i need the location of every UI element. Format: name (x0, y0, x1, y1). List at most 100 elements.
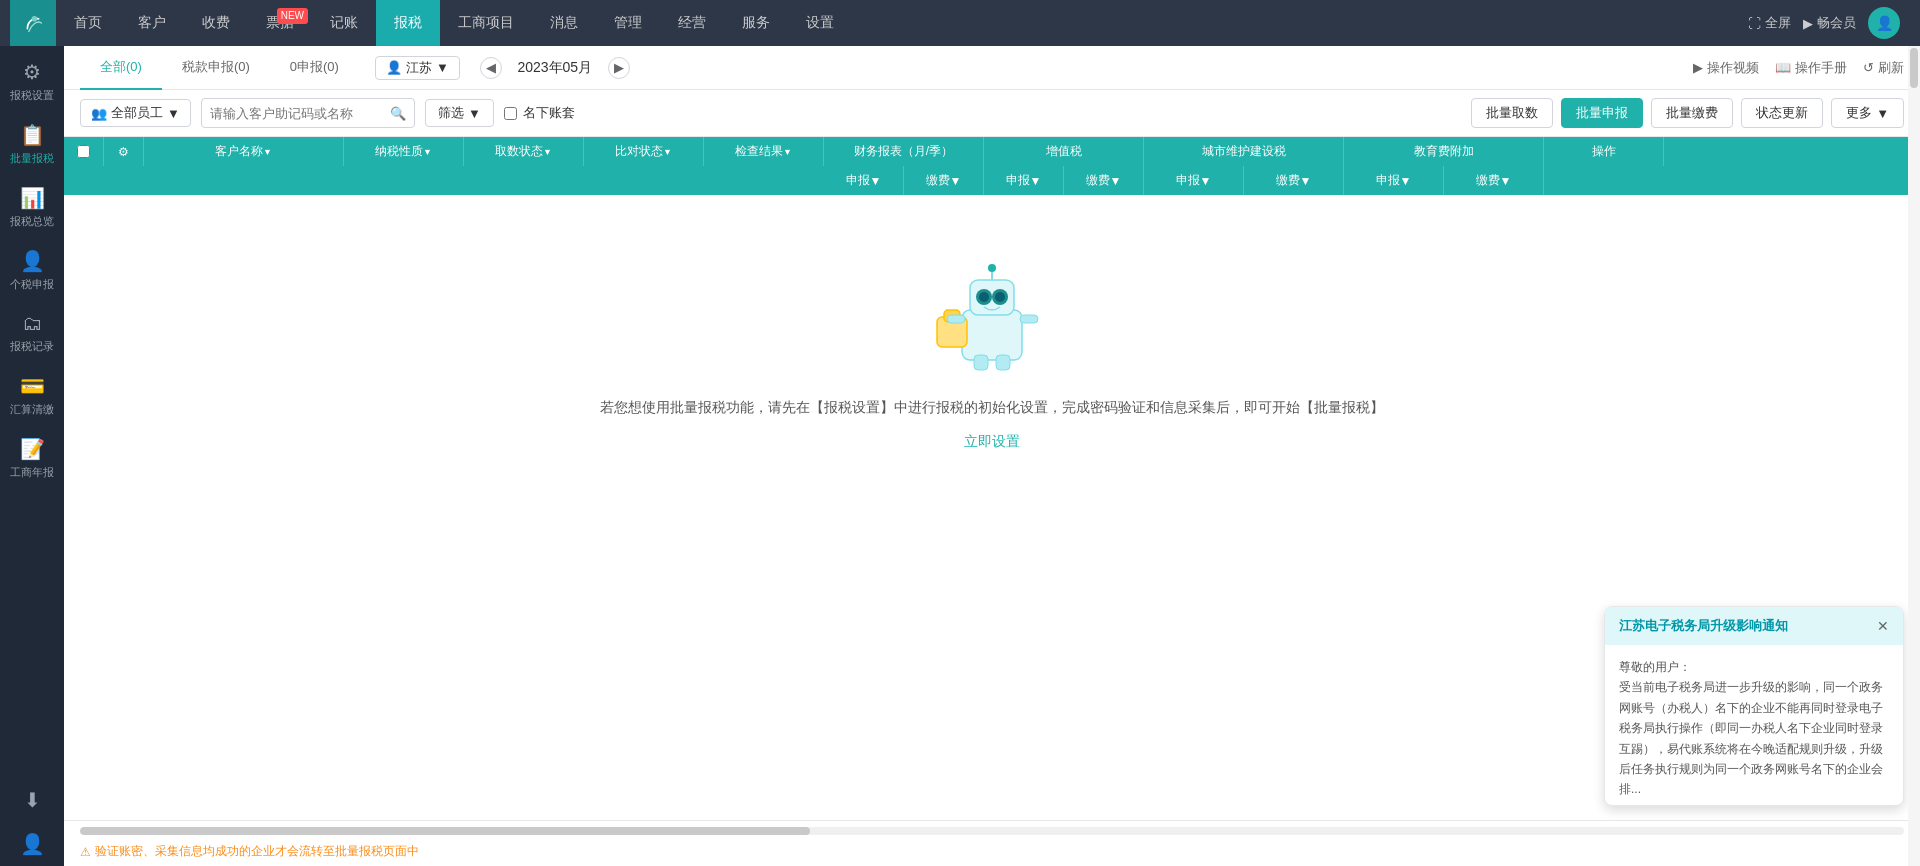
nav-operation[interactable]: 经营 (660, 0, 724, 46)
toolbar: 👥 全部员工 ▼ 🔍 筛选 ▼ 名下账套 批量取数 批量申报 批量缴费 状态更新 (64, 90, 1920, 137)
nav-tax[interactable]: 报税 (376, 0, 440, 46)
svg-rect-12 (947, 315, 965, 323)
video-icon: ▶ (1693, 60, 1703, 75)
th-settings[interactable]: ⚙ (104, 137, 144, 166)
nav-manage[interactable]: 管理 (596, 0, 660, 46)
date-navigation: ◀ 2023年05月 ▶ (480, 57, 630, 79)
manual-icon: 📖 (1775, 60, 1791, 75)
nav-settings[interactable]: 设置 (788, 0, 852, 46)
status-update-btn[interactable]: 状态更新 (1741, 98, 1823, 128)
svg-point-1 (32, 16, 38, 22)
filter-down-icon: ▼ (468, 106, 481, 121)
sidebar-user[interactable]: 👤 (0, 822, 64, 866)
right-scrollbar-thumb[interactable] (1910, 48, 1918, 88)
avatar[interactable]: 👤 (1868, 7, 1900, 39)
th2-edu-pay[interactable]: 缴费 ▼ (1444, 166, 1544, 195)
batch-fetch-btn[interactable]: 批量取数 (1471, 98, 1553, 128)
sidebar-item-tax-summary[interactable]: 📊 报税总览 (0, 176, 64, 239)
next-month-btn[interactable]: ▶ (608, 57, 630, 79)
personal-tax-icon: 👤 (20, 249, 45, 273)
th2-spacer8 (1544, 166, 1664, 195)
tax-summary-icon: 📊 (20, 186, 45, 210)
th2-fin-pay[interactable]: 缴费 ▼ (904, 166, 984, 195)
sidebar-download[interactable]: ⬇ (0, 778, 64, 822)
th-client-name[interactable]: 客户名称 (144, 137, 344, 166)
filter-btn[interactable]: 筛选 ▼ (425, 99, 494, 127)
refresh-btn[interactable]: ↺ 刷新 (1863, 59, 1904, 77)
member-btn[interactable]: ▶ 畅会员 (1803, 14, 1856, 32)
batch-declare-btn[interactable]: 批量申报 (1561, 98, 1643, 128)
setup-link[interactable]: 立即设置 (964, 433, 1020, 451)
th-fetch-status[interactable]: 取数状态 (464, 137, 584, 166)
sidebar-item-personal-tax[interactable]: 👤 个税申报 (0, 239, 64, 302)
chevron-down-icon: ▼ (436, 60, 449, 75)
notification-close-btn[interactable]: ✕ (1877, 618, 1889, 634)
th2-fin-declare[interactable]: 申报 ▼ (824, 166, 904, 195)
region-selector[interactable]: 👤 江苏 ▼ (375, 56, 460, 80)
tab-bar: 全部(0) 税款申报(0) 0申报(0) 👤 江苏 ▼ ◀ 2023年05月 ▶… (64, 46, 1920, 90)
th-check-result[interactable]: 检查结果 (704, 137, 824, 166)
tab-zero-declare[interactable]: 0申报(0) (270, 46, 359, 90)
prev-month-btn[interactable]: ◀ (480, 57, 502, 79)
search-icon[interactable]: 🔍 (390, 106, 406, 121)
search-box: 🔍 (201, 98, 415, 128)
logo[interactable] (10, 0, 56, 46)
nav-accounting[interactable]: 记账 (312, 0, 376, 46)
nav-service[interactable]: 服务 (724, 0, 788, 46)
sidebar-item-tax-settings[interactable]: ⚙ 报税设置 (0, 50, 64, 113)
fullscreen-btn[interactable]: ⛶ 全屏 (1748, 14, 1791, 32)
th2-spacer7 (704, 166, 824, 195)
user-icon: 👤 (20, 832, 45, 856)
top-navigation: 首页 客户 收费 票据 NEW 记账 报税 工商项目 消息 管理 经营 服务 设… (0, 0, 1920, 46)
nav-message[interactable]: 消息 (532, 0, 596, 46)
tab-all[interactable]: 全部(0) (80, 46, 162, 90)
employee-filter[interactable]: 👥 全部员工 ▼ (80, 99, 191, 127)
tab-right-buttons: ▶ 操作视频 📖 操作手册 ↺ 刷新 (1693, 59, 1904, 77)
th2-edu-declare[interactable]: 申报 ▼ (1344, 166, 1444, 195)
select-all-checkbox[interactable] (77, 145, 90, 158)
manual-btn[interactable]: 📖 操作手册 (1775, 59, 1847, 77)
th2-city-declare[interactable]: 申报 ▼ (1144, 166, 1244, 195)
tab-tax-declare[interactable]: 税款申报(0) (162, 46, 270, 90)
subaccount-checkbox-label[interactable]: 名下账套 (504, 104, 575, 122)
batch-pay-btn[interactable]: 批量缴费 (1651, 98, 1733, 128)
more-btn[interactable]: 更多 ▼ (1831, 98, 1904, 128)
th-checkbox[interactable] (64, 137, 104, 166)
th-tax-nature[interactable]: 纳税性质 (344, 137, 464, 166)
fullscreen-icon: ⛶ (1748, 16, 1761, 31)
batch-tax-icon: 📋 (20, 123, 45, 147)
settlement-icon: 💳 (20, 374, 45, 398)
subaccount-checkbox[interactable] (504, 107, 517, 120)
sidebar-item-annual-report[interactable]: 📝 工商年报 (0, 427, 64, 490)
right-scrollbar[interactable] (1908, 46, 1920, 866)
th-compare-status[interactable]: 比对状态 (584, 137, 704, 166)
nav-home[interactable]: 首页 (56, 0, 120, 46)
empty-state: 若您想使用批量报税功能，请先在【报税设置】中进行报税的初始化设置，完成密码验证和… (64, 195, 1920, 511)
th2-vat-pay[interactable]: 缴费 ▼ (1064, 166, 1144, 195)
svg-point-5 (979, 292, 989, 302)
nav-menu: 首页 客户 收费 票据 NEW 记账 报税 工商项目 消息 管理 经营 服务 设… (56, 0, 1748, 46)
video-btn[interactable]: ▶ 操作视频 (1693, 59, 1759, 77)
sidebar-bottom: ⬇ 👤 (0, 778, 64, 866)
svg-rect-14 (974, 355, 988, 370)
th2-spacer3 (144, 166, 344, 195)
sidebar-item-tax-record[interactable]: 🗂 报税记录 (0, 302, 64, 364)
member-icon: ▶ (1803, 16, 1813, 31)
tax-record-icon: 🗂 (22, 312, 42, 335)
bottom-warning-area: ⚠ 验证账密、采集信息均成功的企业才会流转至批量报税页面中 (64, 835, 1920, 866)
sidebar-item-batch-tax[interactable]: 📋 批量报税 (0, 113, 64, 176)
horizontal-scrollbar[interactable] (80, 827, 1904, 835)
nav-business[interactable]: 工商项目 (440, 0, 532, 46)
search-input[interactable] (210, 106, 390, 121)
sidebar-item-settlement[interactable]: 💳 汇算清缴 (0, 364, 64, 427)
scrollbar-thumb (80, 827, 810, 835)
th2-spacer6 (584, 166, 704, 195)
notification-title: 江苏电子税务局升级影响通知 (1619, 617, 1788, 635)
nav-billing[interactable]: 收费 (184, 0, 248, 46)
nav-invoice[interactable]: 票据 NEW (248, 0, 312, 46)
th2-city-pay[interactable]: 缴费 ▼ (1244, 166, 1344, 195)
th2-vat-declare[interactable]: 申报 ▼ (984, 166, 1064, 195)
sidebar: ⚙ 报税设置 📋 批量报税 📊 报税总览 👤 个税申报 🗂 报税记录 💳 汇算清… (0, 46, 64, 866)
nav-customer[interactable]: 客户 (120, 0, 184, 46)
bottom-scroll-area (64, 820, 1920, 835)
